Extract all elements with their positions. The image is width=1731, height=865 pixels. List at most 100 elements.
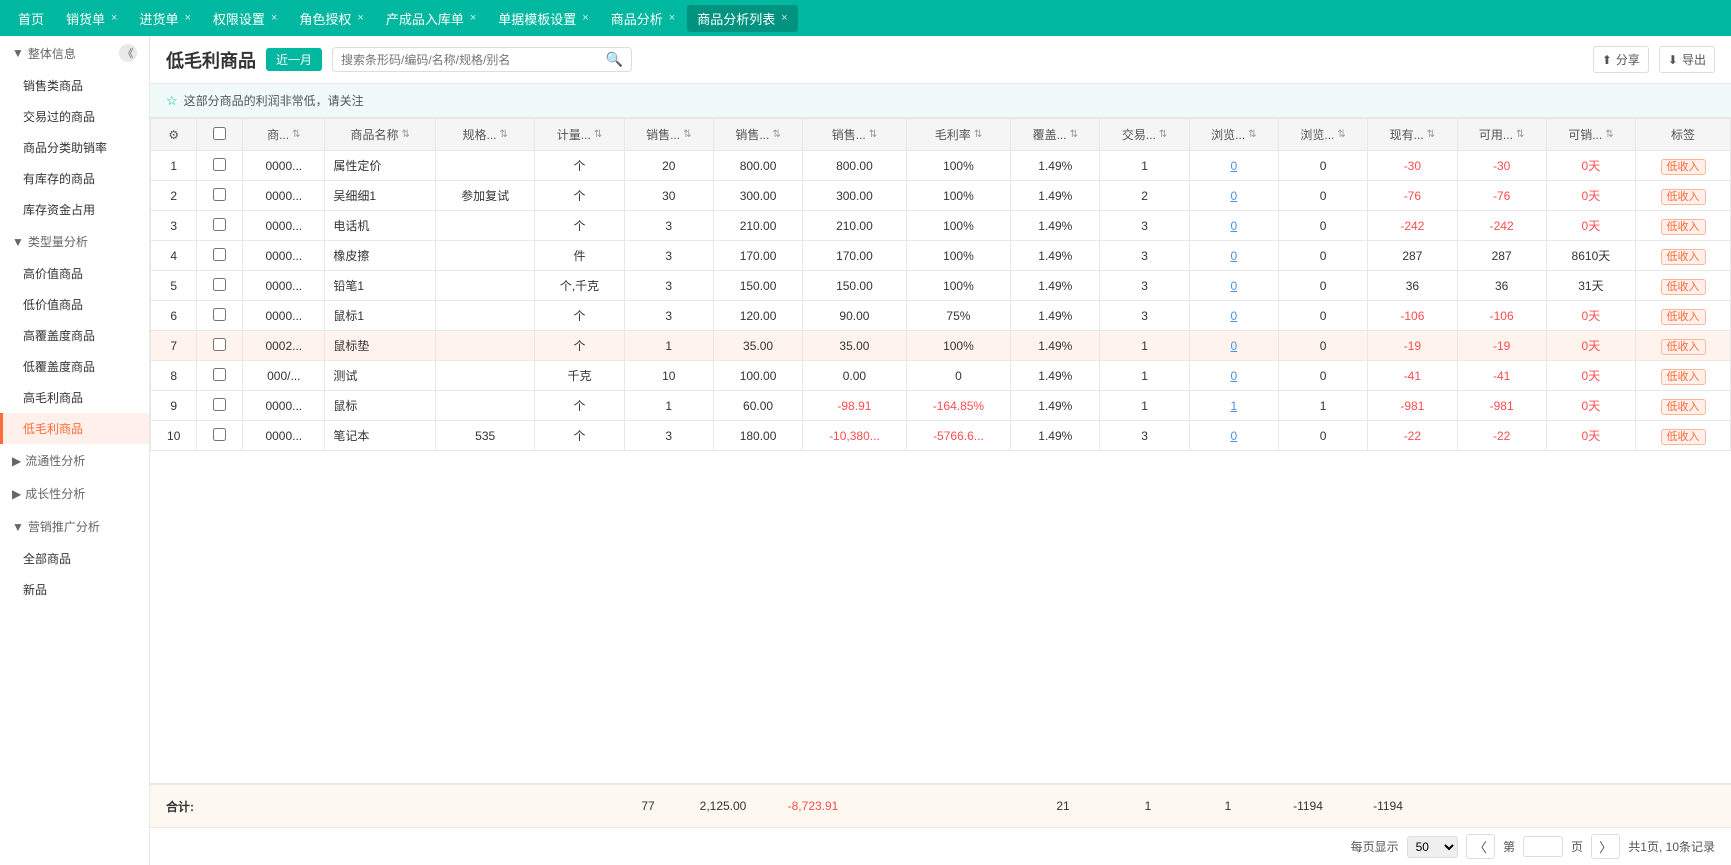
col-amount[interactable]: 销售...⇅: [803, 119, 906, 151]
row-sellable: 0天: [1546, 361, 1635, 391]
nav-sales[interactable]: 销货单 ×: [56, 5, 127, 32]
col-spec[interactable]: 规格...⇅: [436, 119, 535, 151]
next-page-button[interactable]: 〉: [1591, 834, 1620, 859]
close-icon[interactable]: ×: [669, 12, 675, 24]
col-gross-rate[interactable]: 毛利率⇅: [906, 119, 1011, 151]
row-browse1[interactable]: 0: [1189, 421, 1278, 451]
nav-product-analysis-list[interactable]: 商品分析列表 ×: [687, 5, 797, 32]
sidebar-item-low-coverage[interactable]: 低覆盖度商品: [0, 351, 149, 382]
col-sellable[interactable]: 可销...⇅: [1546, 119, 1635, 151]
row-browse1[interactable]: 0: [1189, 331, 1278, 361]
search-input[interactable]: [341, 53, 606, 67]
col-checkbox[interactable]: [197, 119, 243, 151]
sidebar-item-inventory-capital[interactable]: 库存资金占用: [0, 194, 149, 225]
sidebar-item-new-products[interactable]: 新品: [0, 574, 149, 605]
row-browse1[interactable]: 0: [1189, 301, 1278, 331]
nav-product-entry[interactable]: 产成品入库单 ×: [376, 5, 486, 32]
sidebar-group-circulation[interactable]: ▶ 流通性分析: [0, 444, 149, 477]
row-price: 800.00: [713, 151, 802, 181]
row-tag: 低收入: [1636, 331, 1731, 361]
close-icon[interactable]: ×: [184, 12, 190, 24]
sidebar-group-type-analysis[interactable]: ▼ 类型量分析: [0, 225, 149, 258]
sidebar-item-high-value[interactable]: 高价值商品: [0, 258, 149, 289]
per-page-select[interactable]: 50 100 200: [1407, 836, 1458, 858]
close-icon[interactable]: ×: [582, 12, 588, 24]
col-coverage[interactable]: 覆盖...⇅: [1011, 119, 1100, 151]
share-icon: ⬆: [1602, 53, 1612, 67]
sidebar-item-in-stock[interactable]: 有库存的商品: [0, 163, 149, 194]
row-checkbox[interactable]: [197, 331, 243, 361]
close-icon[interactable]: ×: [357, 12, 363, 24]
close-icon[interactable]: ×: [271, 12, 277, 24]
collapse-button[interactable]: 《: [119, 44, 137, 62]
row-checkbox[interactable]: [197, 151, 243, 181]
row-browse2: 0: [1278, 181, 1367, 211]
row-browse1[interactable]: 0: [1189, 151, 1278, 181]
sidebar-group-marketing[interactable]: ▼ 营销推广分析: [0, 510, 149, 543]
col-name[interactable]: 商品名称⇅: [325, 119, 436, 151]
col-browse1[interactable]: 浏览...⇅: [1189, 119, 1278, 151]
row-qty: 1: [624, 331, 713, 361]
row-tag: 低收入: [1636, 211, 1731, 241]
sidebar-item-sales-products[interactable]: 销售类商品: [0, 70, 149, 101]
sidebar-item-traded-products[interactable]: 交易过的商品: [0, 101, 149, 132]
share-button[interactable]: ⬆ 分享: [1593, 46, 1649, 73]
nav-home[interactable]: 首页: [8, 5, 54, 32]
col-gear[interactable]: ⚙: [151, 119, 197, 151]
table-container[interactable]: ⚙ 商...⇅ 商品名称⇅ 规格...⇅ 计量...⇅ 销售...⇅ 销售...…: [150, 118, 1731, 783]
row-browse1[interactable]: 0: [1189, 361, 1278, 391]
row-name: 鼠标垫: [325, 331, 436, 361]
row-checkbox[interactable]: [197, 391, 243, 421]
row-name: 笔记本: [325, 421, 436, 451]
page-input[interactable]: 1: [1523, 836, 1563, 857]
sidebar-group-growth[interactable]: ▶ 成长性分析: [0, 477, 149, 510]
sidebar-item-high-coverage[interactable]: 高覆盖度商品: [0, 320, 149, 351]
col-code[interactable]: 商...⇅: [243, 119, 325, 151]
sidebar-item-category-sales-rate[interactable]: 商品分类助销率: [0, 132, 149, 163]
row-browse1[interactable]: 0: [1189, 271, 1278, 301]
col-price[interactable]: 销售...⇅: [713, 119, 802, 151]
sidebar-item-all-products[interactable]: 全部商品: [0, 543, 149, 574]
col-transactions[interactable]: 交易...⇅: [1100, 119, 1189, 151]
nav-role-auth[interactable]: 角色授权 ×: [289, 5, 373, 32]
row-checkbox[interactable]: [197, 241, 243, 271]
row-checkbox[interactable]: [197, 271, 243, 301]
row-current: -242: [1368, 211, 1457, 241]
col-browse2[interactable]: 浏览...⇅: [1278, 119, 1367, 151]
row-browse1[interactable]: 0: [1189, 241, 1278, 271]
sidebar-item-high-margin[interactable]: 高毛利商品: [0, 382, 149, 413]
period-button[interactable]: 近一月: [266, 48, 322, 71]
row-browse1[interactable]: 0: [1189, 181, 1278, 211]
sidebar-item-low-margin[interactable]: 低毛利商品: [0, 413, 149, 444]
close-icon[interactable]: ×: [781, 12, 787, 24]
prev-page-button[interactable]: 〈: [1466, 834, 1495, 859]
row-browse1[interactable]: 1: [1189, 391, 1278, 421]
col-qty[interactable]: 销售...⇅: [624, 119, 713, 151]
nav-product-analysis[interactable]: 商品分析 ×: [601, 5, 685, 32]
row-checkbox[interactable]: [197, 211, 243, 241]
sidebar-group-overall[interactable]: ▼ 整体信息 《: [0, 36, 149, 70]
col-usable[interactable]: 可用...⇅: [1457, 119, 1546, 151]
row-sellable: 0天: [1546, 181, 1635, 211]
export-button[interactable]: ⬇ 导出: [1659, 46, 1715, 73]
row-spec: [436, 391, 535, 421]
nav-permissions[interactable]: 权限设置 ×: [203, 5, 287, 32]
nav-template-settings[interactable]: 单据模板设置 ×: [488, 5, 598, 32]
nav-purchase[interactable]: 进货单 ×: [129, 5, 200, 32]
row-checkbox[interactable]: [197, 421, 243, 451]
row-qty: 3: [624, 301, 713, 331]
select-all-checkbox[interactable]: [213, 127, 226, 140]
row-checkbox[interactable]: [197, 361, 243, 391]
row-browse2: 0: [1278, 331, 1367, 361]
row-checkbox[interactable]: [197, 301, 243, 331]
search-icon[interactable]: 🔍: [606, 51, 623, 68]
row-amount: 90.00: [803, 301, 906, 331]
close-icon[interactable]: ×: [111, 12, 117, 24]
row-usable: -76: [1457, 181, 1546, 211]
close-icon[interactable]: ×: [470, 12, 476, 24]
sidebar-item-low-value[interactable]: 低价值商品: [0, 289, 149, 320]
row-checkbox[interactable]: [197, 181, 243, 211]
col-current[interactable]: 现有...⇅: [1368, 119, 1457, 151]
col-unit[interactable]: 计量...⇅: [535, 119, 624, 151]
row-browse1[interactable]: 0: [1189, 211, 1278, 241]
